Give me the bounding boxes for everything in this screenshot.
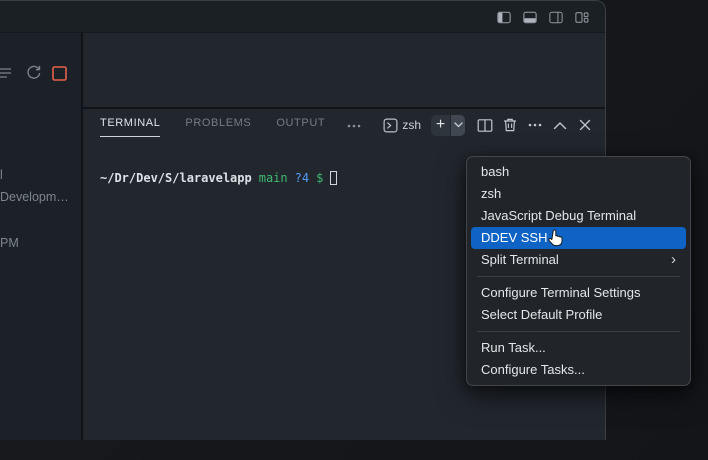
terminal-instance-tab[interactable]: zsh xyxy=(383,118,421,133)
desktop-background: l Developm… PM TERMINAL PROBLEMS OUTPUT xyxy=(0,0,708,460)
menu-item-label: Run Task... xyxy=(481,340,546,355)
titlebar xyxy=(0,1,605,33)
prompt-git-branch: main xyxy=(258,171,288,185)
close-panel-icon[interactable] xyxy=(576,117,593,134)
toggle-primary-sidebar-icon[interactable] xyxy=(497,10,511,24)
chevron-down-icon xyxy=(453,122,463,128)
terminal-profile-dropdown-button[interactable] xyxy=(450,114,465,136)
prompt-symbol: $ xyxy=(316,171,324,185)
sidebar-item-development[interactable]: Developm… xyxy=(0,190,69,204)
menu-item-ddev-ssh[interactable]: DDEV SSH xyxy=(471,227,686,249)
menu-separator xyxy=(477,276,680,277)
filter-lines-icon[interactable] xyxy=(0,66,12,85)
panel-toolbar: zsh + xyxy=(383,113,593,137)
editor-area xyxy=(83,33,605,107)
terminal-cursor xyxy=(330,171,338,185)
prompt-git-status: ?4 xyxy=(294,171,310,185)
stop-square-icon[interactable] xyxy=(52,66,67,86)
menu-item-label: bash xyxy=(481,164,510,179)
menu-item-js-debug-terminal[interactable]: JavaScript Debug Terminal xyxy=(467,205,690,227)
toggle-panel-icon[interactable] xyxy=(523,10,537,24)
sidebar-toolbar xyxy=(0,63,81,83)
menu-item-label: JavaScript Debug Terminal xyxy=(481,208,637,223)
tab-output[interactable]: OUTPUT xyxy=(276,111,325,137)
menu-item-label: DDEV SSH xyxy=(481,230,548,245)
kill-terminal-icon[interactable] xyxy=(501,117,518,134)
menu-item-zsh[interactable]: zsh xyxy=(467,183,690,205)
sidebar-item-partial[interactable]: l xyxy=(0,168,3,182)
new-terminal-button[interactable]: + xyxy=(431,114,450,136)
menu-item-configure-terminal-settings[interactable]: Configure Terminal Settings xyxy=(467,282,690,304)
toggle-secondary-sidebar-icon[interactable] xyxy=(549,10,563,24)
panel-tab-bar: TERMINAL PROBLEMS OUTPUT xyxy=(100,111,362,137)
more-actions-icon[interactable] xyxy=(526,117,543,134)
tab-problems[interactable]: PROBLEMS xyxy=(185,111,251,137)
menu-item-label: Configure Tasks... xyxy=(481,362,585,377)
menu-item-select-default-profile[interactable]: Select Default Profile xyxy=(467,304,690,326)
menu-item-label: Select Default Profile xyxy=(481,307,603,322)
prompt-path: ~/Dr/Dev/S/laravelapp xyxy=(100,171,252,185)
menu-item-label: Configure Terminal Settings xyxy=(481,285,641,300)
new-terminal-split-button: + xyxy=(431,114,465,136)
terminal-prompt: ~/Dr/Dev/S/laravelapp main ?4 $ xyxy=(100,171,338,185)
menu-item-configure-tasks[interactable]: Configure Tasks... xyxy=(467,359,690,381)
menu-item-label: zsh xyxy=(481,186,502,201)
terminal-profile-context-menu: bash zsh JavaScript Debug Terminal DDEV … xyxy=(466,156,691,386)
maximize-panel-icon[interactable] xyxy=(551,117,568,134)
submenu-arrow-icon: › xyxy=(671,251,676,268)
refresh-icon[interactable] xyxy=(25,64,42,86)
customize-layout-icon[interactable] xyxy=(575,10,589,24)
sidebar: l Developm… PM xyxy=(0,33,81,440)
more-tabs-icon[interactable] xyxy=(346,116,362,134)
menu-separator xyxy=(477,331,680,332)
menu-item-run-task[interactable]: Run Task... xyxy=(467,337,690,359)
terminal-icon xyxy=(383,118,398,133)
menu-item-bash[interactable]: bash xyxy=(467,161,690,183)
split-terminal-icon[interactable] xyxy=(476,117,493,134)
tab-terminal[interactable]: TERMINAL xyxy=(100,111,161,137)
layout-controls xyxy=(497,10,589,24)
shell-label: zsh xyxy=(402,118,421,132)
sidebar-item-timestamp[interactable]: PM xyxy=(0,236,19,250)
hand-cursor-icon xyxy=(547,229,564,253)
menu-item-split-terminal[interactable]: Split Terminal › xyxy=(467,249,690,271)
